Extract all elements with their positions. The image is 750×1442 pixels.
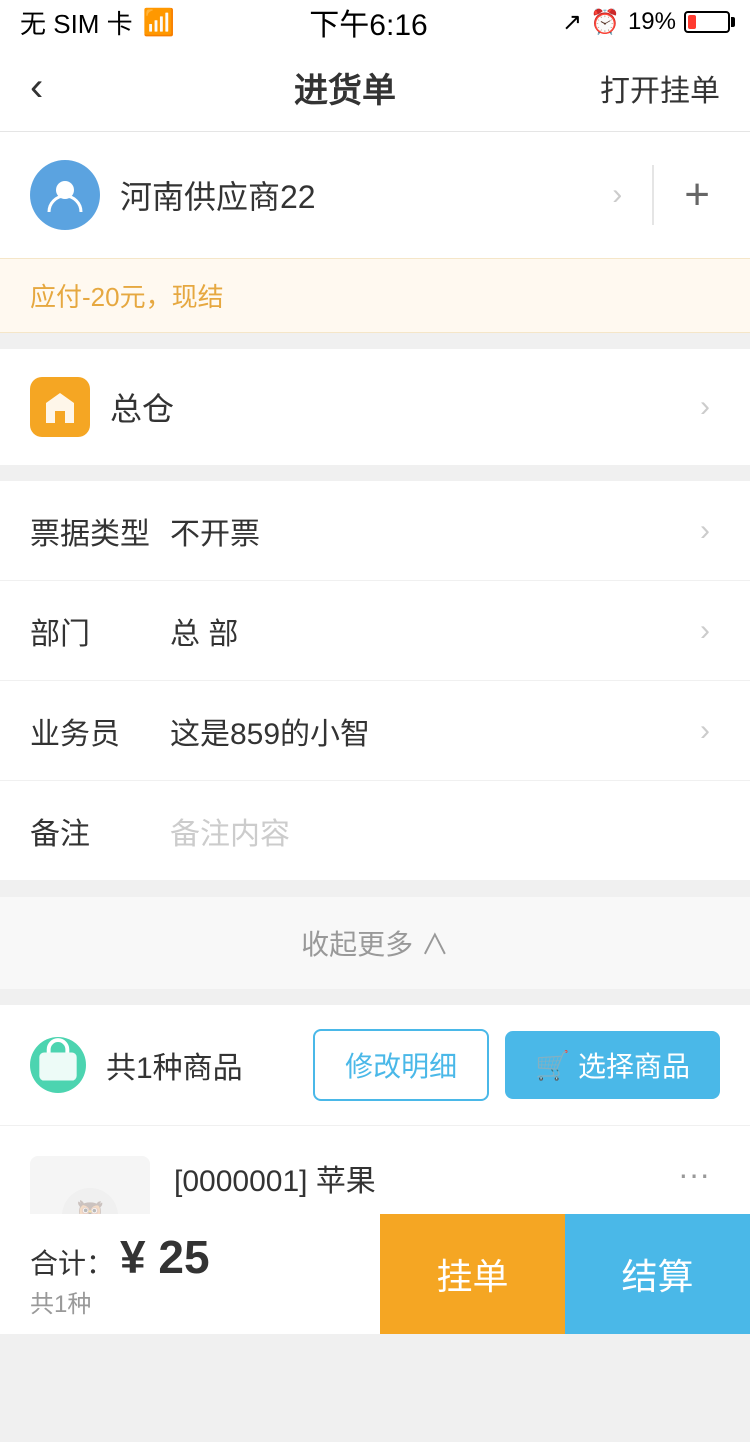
department-row[interactable]: 部门 总 部 › xyxy=(0,581,750,681)
products-icon xyxy=(30,1037,86,1093)
invoice-label: 票据类型 xyxy=(30,509,160,553)
remark-label: 备注 xyxy=(30,809,160,853)
bottom-bar: 合计： ¥ 25 共1种 挂单 结算 xyxy=(0,1214,750,1334)
sales-value: 这是859的小智 xyxy=(160,709,700,753)
warehouse-row[interactable]: 总仓 › xyxy=(0,349,750,465)
status-left: 无 SIM 卡 📶 xyxy=(20,4,175,41)
select-product-button[interactable]: 🛒 选择商品 xyxy=(505,1031,720,1099)
sales-label: 业务员 xyxy=(30,709,160,753)
status-time: 下午6:16 xyxy=(309,0,427,44)
warehouse-card: 总仓 › xyxy=(0,349,750,465)
department-chevron-icon: › xyxy=(700,614,710,648)
product-title: 苹果 xyxy=(316,1165,376,1198)
back-button[interactable]: ‹ xyxy=(30,65,90,110)
carrier-label: 无 SIM 卡 xyxy=(20,4,133,41)
total-label: 合计： xyxy=(30,1242,114,1282)
status-bar: 无 SIM 卡 📶 下午6:16 ↗ ⏰ 19% xyxy=(0,0,750,44)
department-label: 部门 xyxy=(30,609,160,653)
nav-bar: ‹ 进货单 打开挂单 xyxy=(0,44,750,132)
product-more-button[interactable]: ··· xyxy=(668,1156,720,1193)
collapse-row[interactable]: 收起更多 ∧ xyxy=(0,897,750,989)
total-section: 合计： ¥ 25 共1种 xyxy=(0,1214,380,1334)
product-id: [0000001] xyxy=(174,1165,307,1198)
form-card: 票据类型 不开票 › 部门 总 部 › 业务员 这是859的小智 › 备注 备注… xyxy=(0,481,750,881)
supplier-row[interactable]: 河南供应商22 › + xyxy=(0,132,750,258)
wifi-icon: 📶 xyxy=(143,7,175,38)
open-hang-button[interactable]: 打开挂单 xyxy=(600,66,720,110)
supplier-divider xyxy=(652,165,654,225)
collapse-label: 收起更多 ∧ xyxy=(301,929,449,960)
cart-icon: 🛒 xyxy=(535,1049,570,1082)
supplier-card: 河南供应商22 › + 应付-20元，现结 xyxy=(0,132,750,333)
warehouse-chevron-icon: › xyxy=(700,390,710,424)
supplier-name: 河南供应商22 xyxy=(120,172,612,218)
battery-percent: 19% xyxy=(628,8,676,36)
edit-detail-button[interactable]: 修改明细 xyxy=(313,1029,489,1101)
sales-chevron-icon: › xyxy=(700,714,710,748)
alarm-icon: ⏰ xyxy=(590,8,620,37)
invoice-value: 不开票 xyxy=(160,509,700,553)
supplier-notice: 应付-20元，现结 xyxy=(0,258,750,333)
remark-row[interactable]: 备注 备注内容 xyxy=(0,781,750,881)
settle-button[interactable]: 结算 xyxy=(565,1214,750,1334)
select-label: 选择商品 xyxy=(578,1045,690,1085)
warehouse-name: 总仓 xyxy=(110,384,700,430)
warehouse-icon xyxy=(30,377,90,437)
total-count: 共1种 xyxy=(30,1284,350,1319)
invoice-row[interactable]: 票据类型 不开票 › xyxy=(0,481,750,581)
department-value: 总 部 xyxy=(160,609,700,653)
remark-input[interactable]: 备注内容 xyxy=(160,809,720,853)
supplier-chevron-icon: › xyxy=(612,178,622,212)
products-header: 共1种商品 修改明细 🛒 选择商品 xyxy=(0,1005,750,1126)
sales-row[interactable]: 业务员 这是859的小智 › xyxy=(0,681,750,781)
status-right: ↗ ⏰ 19% xyxy=(562,8,730,37)
hang-button[interactable]: 挂单 xyxy=(380,1214,565,1334)
products-count: 共1种商品 xyxy=(106,1043,313,1087)
battery-icon xyxy=(684,11,730,33)
invoice-chevron-icon: › xyxy=(700,514,710,548)
location-icon: ↗ xyxy=(562,8,582,37)
product-name: [0000001] 苹果 xyxy=(174,1156,668,1200)
total-amount: ¥ 25 xyxy=(120,1230,210,1284)
page-title: 进货单 xyxy=(294,63,396,112)
add-button[interactable]: + xyxy=(674,170,720,220)
supplier-avatar xyxy=(30,160,100,230)
